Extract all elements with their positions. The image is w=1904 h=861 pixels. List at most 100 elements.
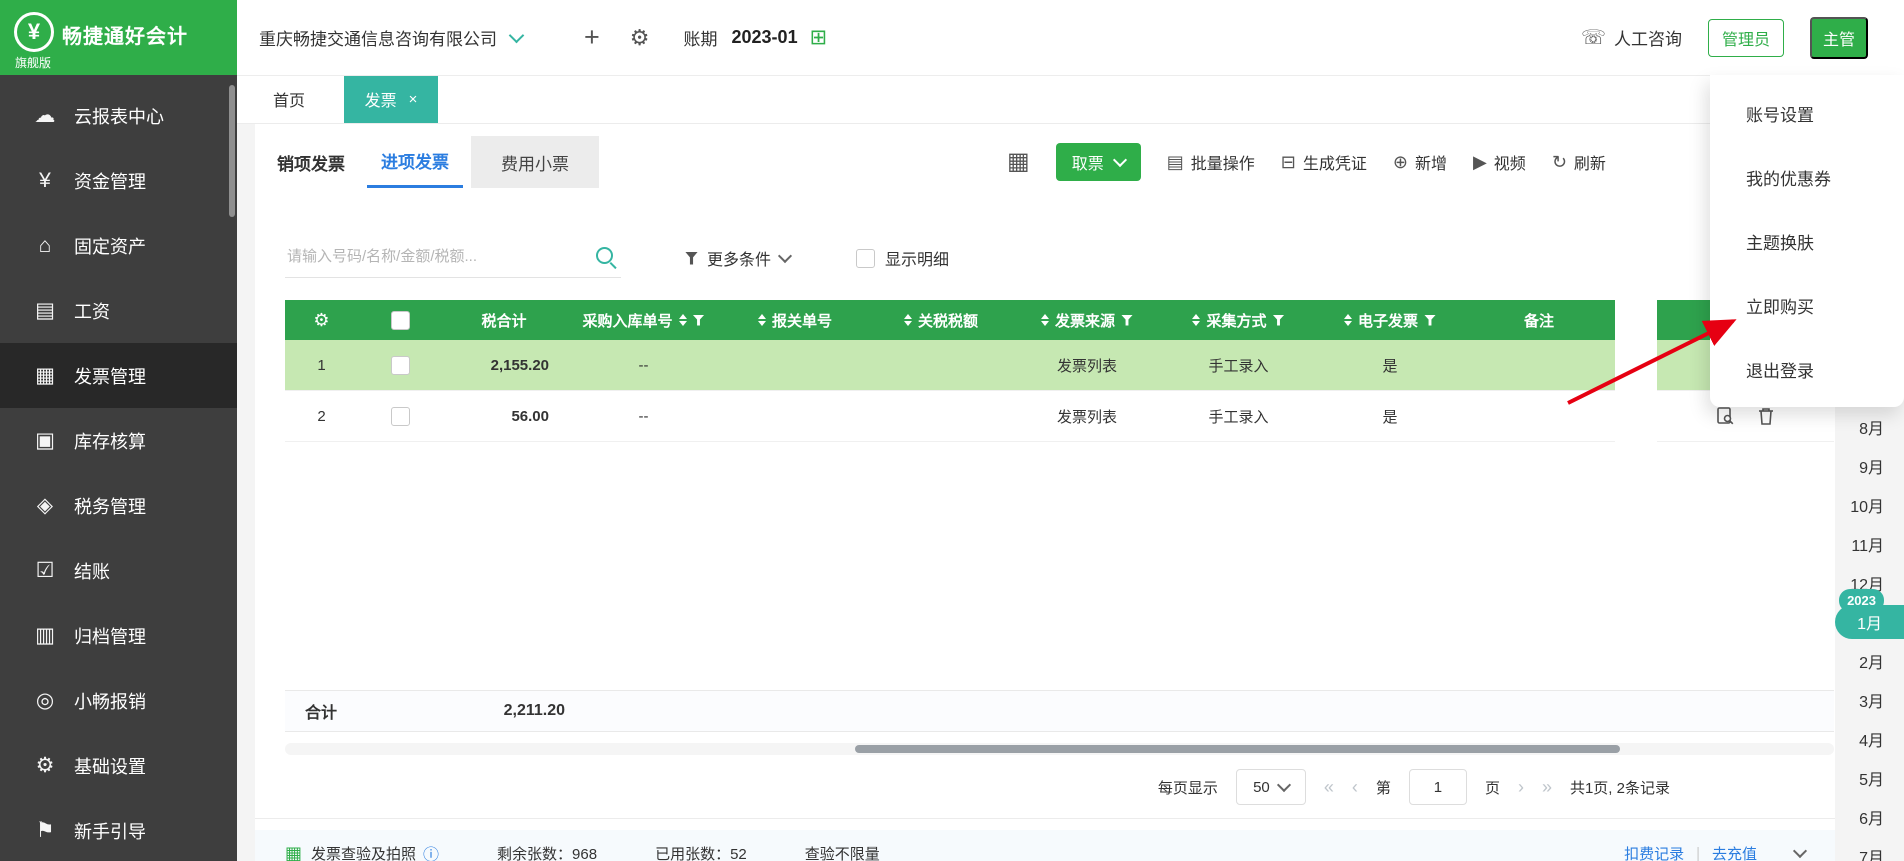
header-e-invoice[interactable]: 电子发票 — [1317, 300, 1463, 340]
sidebar-item-basic-settings[interactable]: ⚙ 基础设置 — [0, 733, 237, 798]
sidebar-item-label: 归档管理 — [74, 626, 146, 647]
select-all-checkbox[interactable] — [391, 310, 410, 330]
subtab-expense-receipt[interactable]: 费用小票 — [471, 136, 599, 188]
video-button[interactable]: ▶ 视频 — [1473, 150, 1526, 174]
cell-e-invoice: 是 — [1382, 357, 1398, 375]
brand-area: ¥ 畅捷通好会计 旗舰版 — [0, 0, 237, 75]
per-page-select[interactable]: 50 — [1235, 769, 1306, 805]
header-source[interactable]: 发票来源 — [1014, 300, 1160, 340]
header-purchase-no[interactable]: 采购入库单号 — [565, 300, 722, 340]
month-item[interactable]: 10月 — [1835, 488, 1904, 522]
subtab-input-invoice[interactable]: 进项发票 — [367, 136, 463, 188]
recharge-link[interactable]: 去充值 — [1712, 843, 1757, 861]
column-settings-header[interactable]: ⚙ — [285, 300, 358, 340]
sort-icon[interactable] — [1192, 314, 1201, 326]
add-account-icon[interactable]: + — [584, 22, 600, 53]
funnel-icon[interactable] — [1272, 314, 1285, 326]
chevron-down-icon[interactable] — [508, 27, 525, 44]
gear-icon[interactable]: ⚙ — [630, 25, 650, 51]
last-page-button[interactable]: » — [1542, 777, 1552, 798]
funnel-icon[interactable] — [1424, 314, 1436, 326]
period-value[interactable]: 2023-01 — [732, 27, 798, 48]
funnel-icon[interactable] — [1121, 314, 1133, 326]
info-icon[interactable]: ⓘ — [423, 841, 439, 861]
sort-icon[interactable] — [678, 314, 687, 326]
company-selector[interactable]: 重庆畅捷交通信息咨询有限公司 — [259, 25, 497, 50]
sidebar-item-archive[interactable]: ▥ 归档管理 — [0, 603, 237, 668]
header-declaration-no[interactable]: 报关单号 — [722, 300, 868, 340]
sidebar-item-cloud-reports[interactable]: ☁ 云报表中心 — [0, 83, 237, 148]
menu-item-theme[interactable]: 主题换肤 — [1710, 209, 1904, 273]
month-item[interactable]: 2月 — [1835, 644, 1904, 678]
row-checkbox[interactable] — [391, 406, 410, 426]
tab-invoice[interactable]: 发票 × — [344, 75, 438, 123]
sort-icon[interactable] — [1343, 314, 1352, 326]
sidebar-scrollbar[interactable] — [229, 85, 235, 217]
subtab-sales-invoice[interactable]: 销项发票 — [263, 136, 359, 188]
view-detail-icon[interactable] — [1717, 407, 1734, 425]
search-icon[interactable] — [596, 246, 613, 264]
month-item[interactable]: 5月 — [1835, 761, 1904, 795]
refresh-button[interactable]: ↻ 刷新 — [1552, 150, 1606, 174]
horizontal-scrollbar[interactable] — [285, 743, 1834, 755]
reimburse-icon: ◎ — [35, 689, 55, 712]
sidebar-item-payroll[interactable]: ▤ 工资 — [0, 278, 237, 343]
month-item[interactable]: 7月 — [1835, 839, 1904, 861]
month-item[interactable]: 9月 — [1835, 449, 1904, 483]
delete-icon[interactable] — [1758, 407, 1774, 425]
header-tax-total[interactable]: 税合计 — [443, 300, 565, 340]
next-page-button[interactable]: › — [1518, 777, 1524, 798]
sidebar-item-closing[interactable]: ☑ 结账 — [0, 538, 237, 603]
prev-page-button[interactable]: ‹ — [1352, 777, 1358, 798]
table-row[interactable]: 1 2,155.20 -- 发票列表 手工录入 是 — [285, 340, 1615, 391]
sort-icon[interactable] — [1040, 314, 1049, 326]
month-item[interactable]: 8月 — [1835, 410, 1904, 444]
get-ticket-button[interactable]: 取票 — [1055, 143, 1141, 181]
sort-icon[interactable] — [757, 314, 766, 326]
scrollbar-thumb[interactable] — [855, 745, 1620, 753]
sidebar-item-fixed-assets[interactable]: ⌂ 固定资产 — [0, 213, 237, 278]
sidebar-item-invoice-management[interactable]: ▦ 发票管理 — [0, 343, 237, 408]
batch-operation-button[interactable]: ▤ 批量操作 — [1167, 150, 1255, 174]
sort-icon[interactable] — [903, 314, 912, 326]
qr-scan-icon[interactable]: ▦ — [1007, 150, 1030, 174]
first-page-button[interactable]: « — [1324, 777, 1334, 798]
show-detail-toggle[interactable]: 显示明细 — [856, 246, 949, 270]
calendar-icon[interactable]: ⊞ — [810, 25, 828, 50]
page-input[interactable] — [1408, 769, 1467, 805]
sidebar-item-inventory[interactable]: ▣ 库存核算 — [0, 408, 237, 473]
column-settings-icon[interactable]: ⚙ — [313, 310, 329, 331]
human-consult-button[interactable]: ☏ 人工咨询 — [1581, 25, 1682, 50]
menu-item-account-settings[interactable]: 账号设置 — [1710, 81, 1904, 145]
sidebar-item-label: 固定资产 — [74, 236, 146, 257]
tab-close-icon[interactable]: × — [409, 91, 418, 108]
month-item[interactable]: 4月 — [1835, 722, 1904, 756]
more-conditions-button[interactable]: 更多条件 — [685, 246, 793, 270]
table-row[interactable]: 2 56.00 -- 发票列表 手工录入 是 — [285, 391, 1615, 442]
generate-voucher-button[interactable]: ⊟ 生成凭证 — [1281, 150, 1367, 174]
header-tariff[interactable]: 关税税额 — [868, 300, 1014, 340]
search-input[interactable] — [285, 238, 589, 275]
sidebar-item-beginner-guide[interactable]: ⚑ 新手引导 — [0, 798, 237, 861]
add-new-button[interactable]: ⊕ 新增 — [1393, 150, 1447, 174]
menu-item-logout[interactable]: 退出登录 — [1710, 337, 1904, 401]
month-item[interactable]: 3月 — [1835, 683, 1904, 717]
sidebar-item-funds[interactable]: ¥ 资金管理 — [0, 148, 237, 213]
menu-item-buy-now[interactable]: 立即购买 — [1710, 273, 1904, 337]
fee-records-link[interactable]: 扣费记录 — [1624, 843, 1684, 861]
tab-home[interactable]: 首页 — [265, 75, 313, 123]
show-detail-checkbox[interactable] — [856, 248, 876, 268]
sidebar-item-tax[interactable]: ◈ 税务管理 — [0, 473, 237, 538]
month-item[interactable]: 6月 — [1835, 800, 1904, 834]
collapse-chevron-icon[interactable] — [1792, 843, 1808, 859]
month-item[interactable]: 11月 — [1835, 527, 1904, 561]
funnel-icon[interactable] — [692, 314, 705, 326]
sidebar-item-reimburse[interactable]: ◎ 小畅报销 — [0, 668, 237, 733]
row-checkbox[interactable] — [391, 355, 410, 375]
menu-item-coupons[interactable]: 我的优惠券 — [1710, 145, 1904, 209]
header-method[interactable]: 采集方式 — [1160, 300, 1317, 340]
header-remark[interactable]: 备注 — [1463, 300, 1615, 340]
admin-button[interactable]: 管理员 — [1707, 18, 1784, 57]
role-button[interactable]: 主管 — [1809, 16, 1868, 59]
header-label: 采购入库单号 — [582, 312, 673, 330]
